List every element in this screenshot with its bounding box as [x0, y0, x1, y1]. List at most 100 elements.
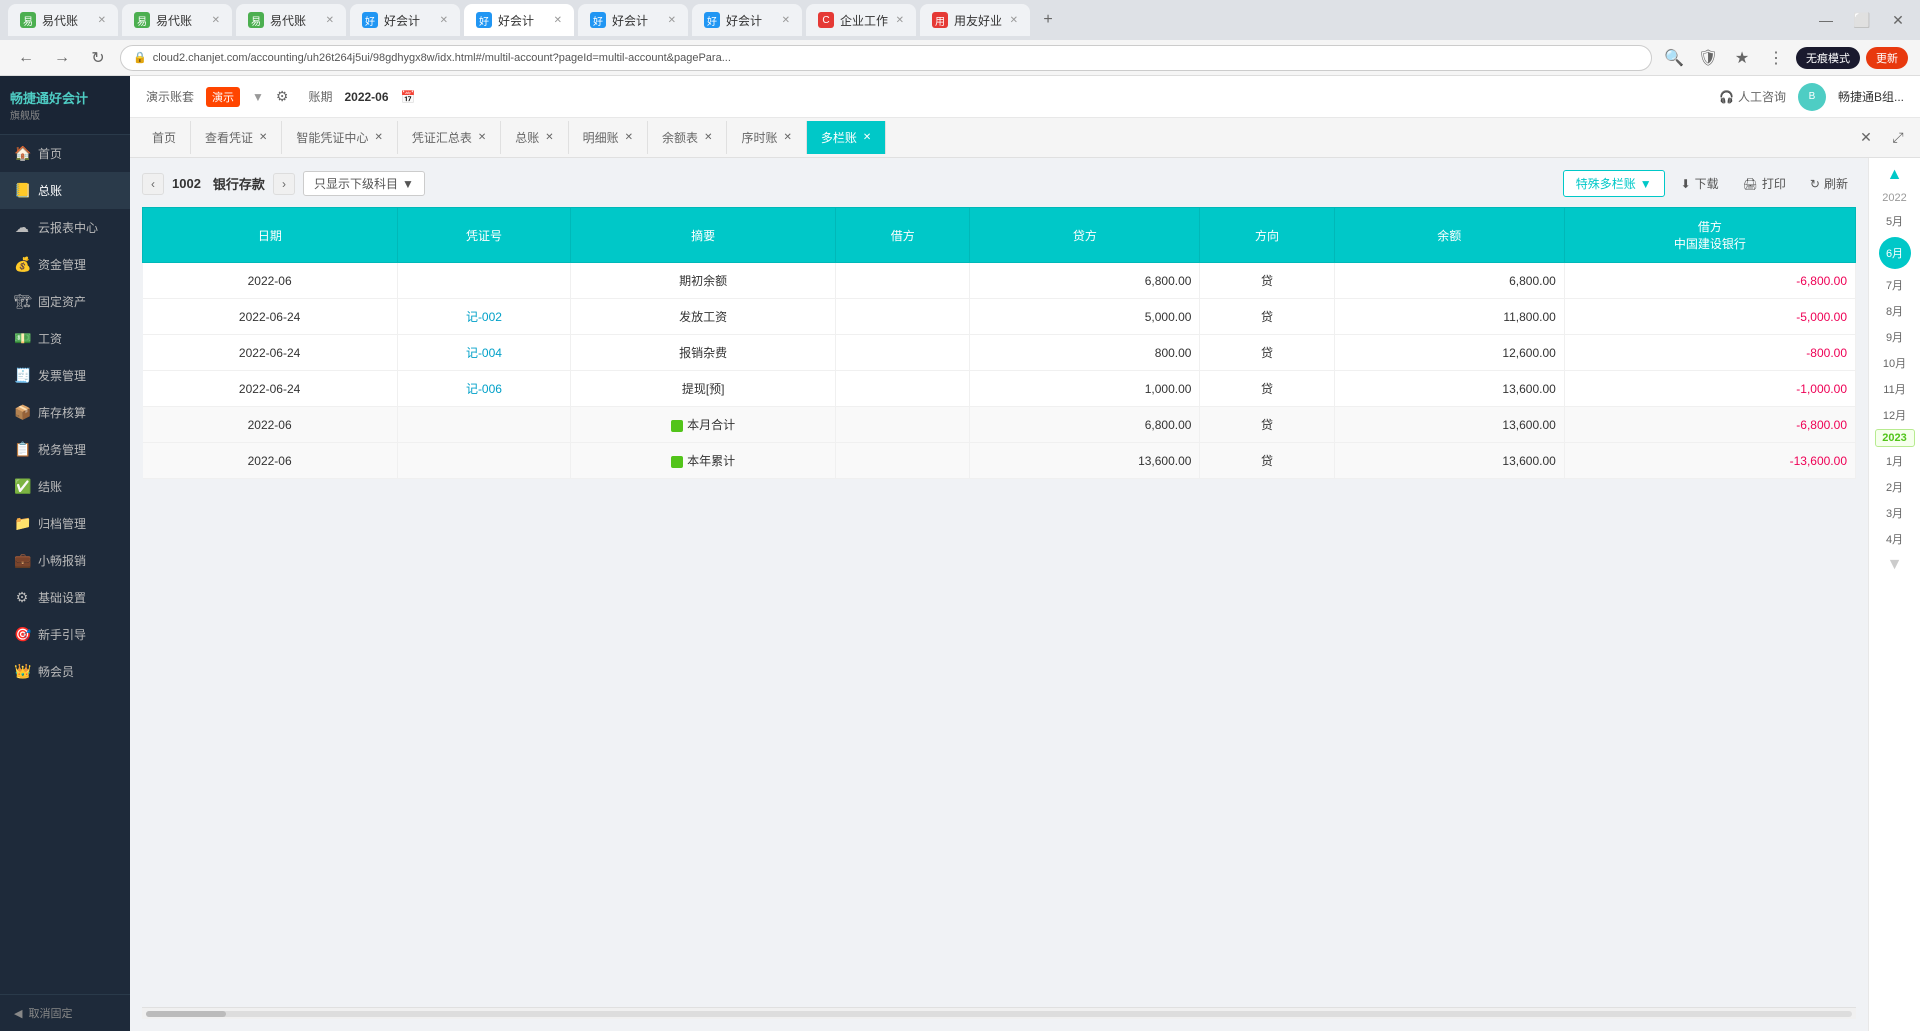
browser-tab-1[interactable]: 易 易代账 ✕	[8, 4, 118, 36]
cell-date-3: 2022-06-24	[143, 371, 398, 407]
sidebar-item-tax[interactable]: 📋 税务管理	[0, 431, 130, 468]
multi-col-button[interactable]: 特殊多栏账 ▼	[1563, 170, 1665, 197]
tab-close-7[interactable]: ✕	[782, 15, 790, 26]
sidebar-item-close-account[interactable]: ✅ 结账	[0, 468, 130, 505]
tab-close-9[interactable]: ✕	[1010, 15, 1018, 26]
sidebar-item-member[interactable]: 👑 畅会员	[0, 653, 130, 690]
tab-close-1[interactable]: ✕	[98, 15, 106, 26]
sidebar-item-archive[interactable]: 📁 归档管理	[0, 505, 130, 542]
page-tab-home[interactable]: 首页	[138, 121, 191, 154]
tab-close-8[interactable]: ✕	[896, 15, 904, 26]
browser-tab-5[interactable]: 好 好会计 ✕	[464, 4, 574, 36]
page-tab-balance[interactable]: 余额表 ✕	[648, 121, 727, 154]
sidebar-item-fixed-assets[interactable]: 🏗 固定资产	[0, 283, 130, 320]
page-tab-voucher-summary[interactable]: 凭证汇总表 ✕	[398, 121, 501, 154]
sidebar-pin-button[interactable]: ◀ 取消固定	[0, 994, 130, 1031]
sidebar-item-cloud-report[interactable]: ☁ 云报表中心	[0, 209, 130, 246]
page-tab-gl-close[interactable]: ✕	[545, 132, 553, 143]
sidebar-item-expense[interactable]: 💼 小畅报销	[0, 542, 130, 579]
tab-close-3[interactable]: ✕	[326, 15, 334, 26]
tab-close-5[interactable]: ✕	[554, 15, 562, 26]
page-tab-voucher[interactable]: 查看凭证 ✕	[191, 121, 282, 154]
new-tab-button[interactable]: +	[1034, 6, 1062, 34]
sidebar-item-ledger[interactable]: 📒 总账	[0, 172, 130, 209]
prev-account-button[interactable]: ‹	[142, 173, 164, 195]
expand-page-button[interactable]: ⤢	[1884, 124, 1912, 152]
timeline-month-jun[interactable]: 6月	[1879, 237, 1911, 269]
page-tab-voucher-close[interactable]: ✕	[259, 132, 267, 143]
page-tab-multi-col[interactable]: 多栏账 ✕	[807, 121, 886, 154]
tab-close-2[interactable]: ✕	[212, 15, 220, 26]
timeline-month-jan[interactable]: 1月	[1873, 449, 1917, 473]
incognito-button[interactable]: 无痕模式	[1796, 47, 1860, 69]
page-tab-detail-ledger[interactable]: 明细账 ✕	[569, 121, 648, 154]
browser-tab-7[interactable]: 好 好会计 ✕	[692, 4, 802, 36]
timeline-month-dec[interactable]: 12月	[1873, 403, 1917, 427]
service-button[interactable]: 🎧 人工咨询	[1719, 88, 1786, 105]
update-button[interactable]: 更新	[1866, 47, 1908, 69]
timeline-month-aug[interactable]: 8月	[1873, 299, 1917, 323]
show-sub-button[interactable]: 只显示下级科目 ▼	[303, 171, 425, 196]
shield-icon[interactable]: 🛡	[1694, 44, 1722, 72]
minimize-button[interactable]: —	[1812, 6, 1840, 34]
page-tab-sequence[interactable]: 序时账 ✕	[727, 121, 806, 154]
browser-tab-2[interactable]: 易 易代账 ✕	[122, 4, 232, 36]
ledger-icon: 📒	[14, 182, 30, 199]
page-tab-smart-voucher[interactable]: 智能凭证中心 ✕	[282, 121, 397, 154]
dropdown-arrow[interactable]: ▼	[252, 90, 264, 104]
refresh-nav-button[interactable]: ↻	[84, 44, 112, 72]
browser-tab-4[interactable]: 好 好会计 ✕	[350, 4, 460, 36]
page-tab-balance-close[interactable]: ✕	[704, 132, 712, 143]
sidebar-item-fund[interactable]: 💰 资金管理	[0, 246, 130, 283]
scroll-thumb[interactable]	[146, 1011, 226, 1017]
print-button[interactable]: 🖨 打印	[1735, 171, 1794, 196]
star-icon[interactable]: ★	[1728, 44, 1756, 72]
sidebar-item-settings[interactable]: ⚙ 基础设置	[0, 579, 130, 616]
cell-voucher-2[interactable]: 记-004	[397, 335, 570, 371]
timeline-month-sep[interactable]: 9月	[1873, 325, 1917, 349]
page-tab-seq-close[interactable]: ✕	[783, 132, 791, 143]
timeline-month-mar[interactable]: 3月	[1873, 501, 1917, 525]
page-tab-general-ledger[interactable]: 总账 ✕	[501, 121, 568, 154]
timeline-scroll-up-button[interactable]: ▲	[1883, 162, 1907, 188]
page-tab-mc-close[interactable]: ✕	[863, 132, 871, 143]
browser-tab-9[interactable]: 用 用友好业 ✕	[920, 4, 1030, 36]
cell-voucher-3[interactable]: 记-006	[397, 371, 570, 407]
search-icon[interactable]: 🔍	[1660, 44, 1688, 72]
timeline-month-oct[interactable]: 10月	[1873, 351, 1917, 375]
close-window-button[interactable]: ✕	[1884, 6, 1912, 34]
browser-tab-3[interactable]: 易 易代账 ✕	[236, 4, 346, 36]
close-page-button[interactable]: ✕	[1852, 124, 1880, 152]
maximize-button[interactable]: ⬜	[1848, 6, 1876, 34]
tab-close-6[interactable]: ✕	[668, 15, 676, 26]
sidebar-item-invoice[interactable]: 🧾 发票管理	[0, 357, 130, 394]
sidebar-item-inventory[interactable]: 📦 库存核算	[0, 394, 130, 431]
sidebar-item-guide[interactable]: 🎯 新手引导	[0, 616, 130, 653]
timeline-month-nov[interactable]: 11月	[1873, 377, 1917, 401]
cell-voucher-1[interactable]: 记-002	[397, 299, 570, 335]
forward-button[interactable]: →	[48, 44, 76, 72]
settings-icon-toolbar[interactable]: ⚙	[276, 88, 289, 105]
address-input[interactable]: 🔒 cloud2.chanjet.com/accounting/uh26t264…	[120, 45, 1652, 71]
timeline-month-jul[interactable]: 7月	[1873, 273, 1917, 297]
next-account-button[interactable]: ›	[273, 173, 295, 195]
timeline-month-feb[interactable]: 2月	[1873, 475, 1917, 499]
back-button[interactable]: ←	[12, 44, 40, 72]
browser-tab-8[interactable]: C 企业工作 ✕	[806, 4, 916, 36]
page-tab-vsummary-close[interactable]: ✕	[478, 132, 486, 143]
timeline-scroll-down-button[interactable]: ▼	[1883, 552, 1907, 578]
sidebar-item-home[interactable]: 🏠 首页	[0, 135, 130, 172]
tab-close-4[interactable]: ✕	[440, 15, 448, 26]
timeline-month-may[interactable]: 5月	[1873, 209, 1917, 233]
col-header-direction: 方向	[1200, 208, 1334, 263]
refresh-button[interactable]: ↻ 刷新	[1802, 171, 1856, 196]
download-button[interactable]: ⬇ 下载	[1673, 171, 1727, 196]
page-tab-dl-close[interactable]: ✕	[625, 132, 633, 143]
calendar-icon[interactable]: 📅	[401, 90, 416, 104]
sidebar-item-payroll[interactable]: 💵 工资	[0, 320, 130, 357]
page-tab-smart-close[interactable]: ✕	[374, 132, 382, 143]
timeline-month-apr[interactable]: 4月	[1873, 527, 1917, 551]
browser-menu-icon[interactable]: ⋮	[1762, 44, 1790, 72]
browser-tab-6[interactable]: 好 好会计 ✕	[578, 4, 688, 36]
bottom-scrollbar[interactable]	[142, 1007, 1856, 1019]
